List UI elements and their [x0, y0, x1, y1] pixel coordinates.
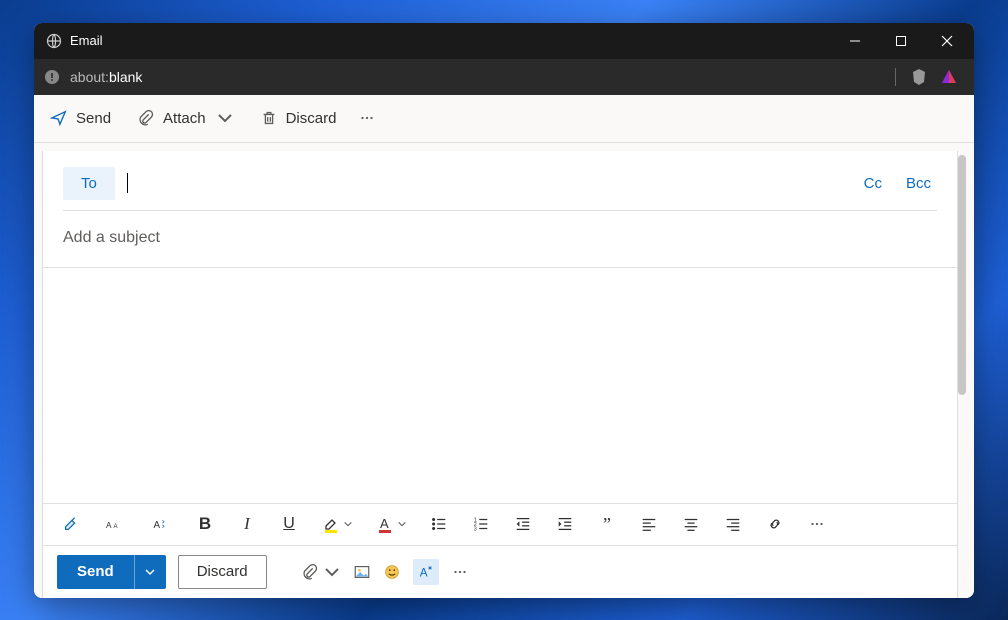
- highlight-color-button[interactable]: [321, 514, 353, 534]
- attach-button[interactable]: Attach: [131, 103, 240, 133]
- scrollbar-thumb[interactable]: [958, 155, 966, 395]
- numbered-list-button[interactable]: 123: [471, 514, 491, 534]
- subject-row: [43, 211, 957, 268]
- discard-label: Discard: [286, 110, 337, 127]
- toggle-formatting-button[interactable]: A: [413, 559, 439, 585]
- url-text[interactable]: about:blank: [70, 69, 142, 85]
- chevron-down-icon: [343, 519, 353, 529]
- chevron-down-icon: [144, 566, 156, 578]
- email-compose-window: Email about:blank Send Attach: [34, 23, 974, 598]
- quote-button[interactable]: ”: [597, 514, 617, 534]
- send-button-top[interactable]: Send: [44, 103, 117, 133]
- font-color-button[interactable]: A: [375, 514, 407, 534]
- attach-inline-button[interactable]: [301, 563, 341, 581]
- cc-button[interactable]: Cc: [858, 171, 888, 196]
- align-right-button[interactable]: [723, 514, 743, 534]
- brave-wallet-icon[interactable]: [940, 68, 958, 86]
- chevron-down-icon: [397, 519, 407, 529]
- svg-text:A: A: [114, 524, 118, 530]
- maximize-button[interactable]: [878, 23, 924, 59]
- to-input[interactable]: [140, 169, 846, 198]
- globe-icon: [46, 33, 62, 49]
- minimize-button[interactable]: [832, 23, 878, 59]
- increase-indent-button[interactable]: [555, 514, 575, 534]
- brave-shields-icon[interactable]: [910, 68, 928, 86]
- svg-text:3: 3: [474, 526, 477, 532]
- attach-label: Attach: [163, 110, 206, 127]
- send-options-button[interactable]: [134, 555, 166, 589]
- compose-area: To Cc Bcc AA A: [34, 143, 974, 598]
- insert-picture-button[interactable]: [353, 563, 371, 581]
- send-split-button: Send: [57, 555, 166, 589]
- more-actions-button[interactable]: [451, 563, 469, 581]
- send-button[interactable]: Send: [57, 555, 134, 589]
- subject-input[interactable]: [63, 229, 937, 247]
- not-secure-icon: [44, 69, 60, 85]
- bottom-action-bar: Send Discard A: [43, 546, 957, 598]
- bold-button[interactable]: B: [195, 514, 215, 534]
- svg-text:A: A: [380, 516, 389, 531]
- discard-button[interactable]: Discard: [178, 555, 267, 589]
- decrease-indent-button[interactable]: [513, 514, 533, 534]
- close-button[interactable]: [924, 23, 970, 59]
- emoji-button[interactable]: [383, 563, 401, 581]
- bcc-button[interactable]: Bcc: [900, 171, 937, 196]
- vertical-scrollbar[interactable]: [958, 151, 966, 598]
- addr-divider: [895, 68, 896, 86]
- to-row: To Cc Bcc: [43, 151, 957, 210]
- message-body[interactable]: [43, 268, 957, 504]
- align-center-button[interactable]: [681, 514, 701, 534]
- send-label: Send: [76, 110, 111, 127]
- titlebar: Email: [34, 23, 974, 59]
- address-bar: about:blank: [34, 59, 974, 95]
- chevron-down-icon: [323, 563, 341, 581]
- insert-link-button[interactable]: [765, 514, 785, 534]
- svg-text:A: A: [154, 520, 161, 531]
- font-size-icon[interactable]: AA: [103, 514, 127, 534]
- chevron-down-icon: [216, 109, 234, 127]
- underline-button[interactable]: U: [279, 514, 299, 534]
- svg-text:A: A: [106, 521, 112, 530]
- format-toolbar: AA A B I U A: [43, 504, 957, 546]
- text-cursor: [127, 173, 128, 193]
- discard-button-top[interactable]: Discard: [254, 103, 343, 133]
- to-field-label[interactable]: To: [63, 167, 115, 200]
- compose-toolbar: Send Attach Discard: [34, 95, 974, 143]
- more-options-button[interactable]: [356, 103, 378, 133]
- bullet-list-button[interactable]: [429, 514, 449, 534]
- italic-button[interactable]: I: [237, 514, 257, 534]
- paint-format-icon[interactable]: [61, 514, 81, 534]
- align-left-button[interactable]: [639, 514, 659, 534]
- svg-text:A: A: [419, 566, 427, 579]
- font-family-icon[interactable]: A: [149, 514, 173, 534]
- window-title: Email: [70, 33, 103, 48]
- more-format-button[interactable]: [807, 514, 827, 534]
